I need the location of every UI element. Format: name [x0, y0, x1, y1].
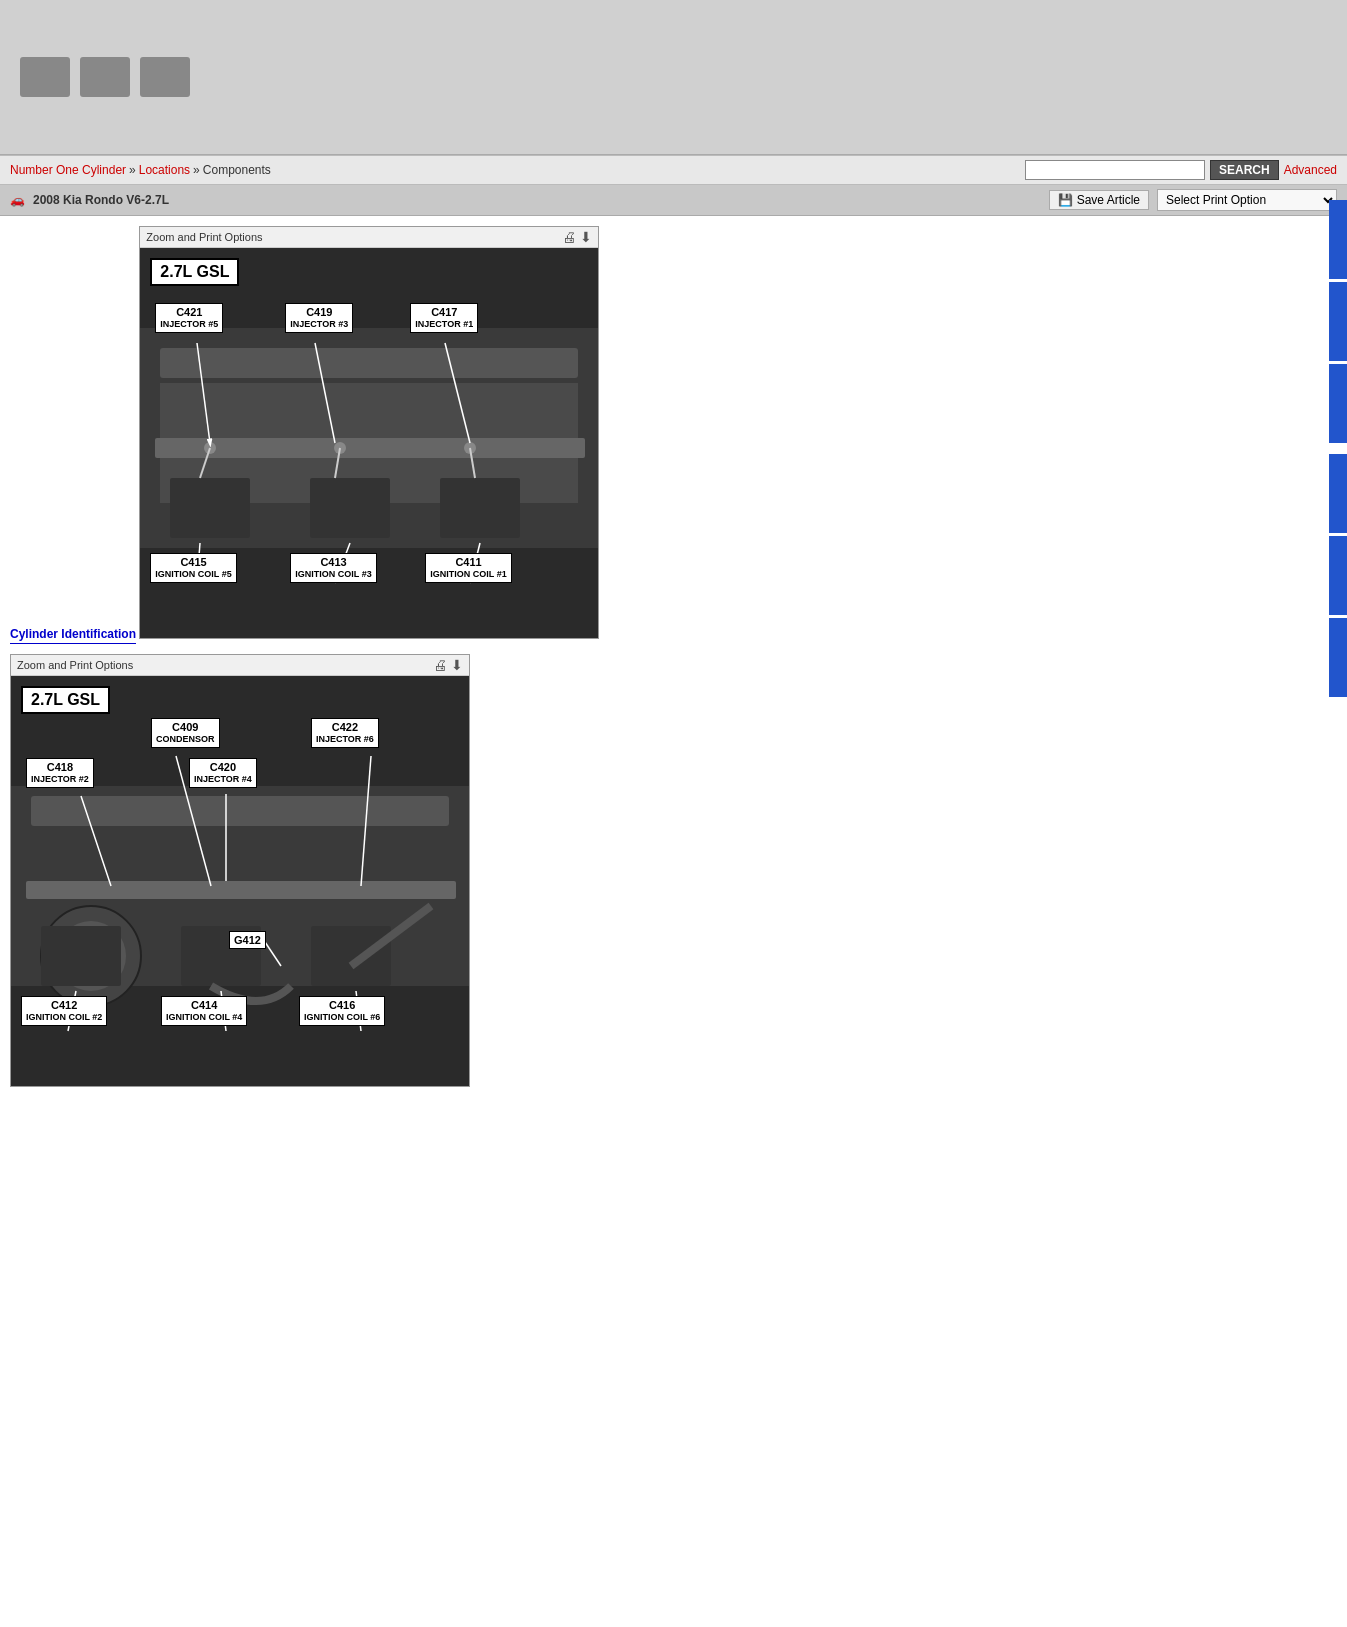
- sidebar-tab-6[interactable]: [1329, 618, 1347, 698]
- svg-rect-4: [170, 478, 250, 538]
- vehicle-icon: 🚗: [10, 193, 25, 207]
- header-banner: [0, 0, 1347, 155]
- advanced-link[interactable]: Advanced: [1284, 163, 1337, 177]
- label-c414: C414 IGNITION COIL #4: [161, 996, 247, 1026]
- section-title: Cylinder Identification: [10, 627, 136, 644]
- search-input[interactable]: [1025, 160, 1205, 180]
- breadcrumb-link-1[interactable]: Number One Cylinder: [10, 163, 126, 177]
- vehicle-bar: 🚗 2008 Kia Rondo V6-2.7L 💾 Save Article …: [0, 185, 1347, 216]
- print-icon-1[interactable]: 🖨: [562, 229, 576, 245]
- zoom-print-label-2: Zoom and Print Options: [17, 659, 133, 671]
- save-article-button[interactable]: 💾 Save Article: [1049, 190, 1149, 210]
- label-c413: C413 IGNITION COIL #3: [290, 553, 376, 583]
- label-c419: C419 INJECTOR #3: [285, 303, 353, 333]
- sidebar-tab-1[interactable]: [1329, 200, 1347, 280]
- sidebar-tab-5[interactable]: [1329, 536, 1347, 616]
- label-c417: C417 INJECTOR #1: [410, 303, 478, 333]
- diagram-1-header: Zoom and Print Options 🖨 ⬇: [140, 227, 598, 248]
- label-c422: C422 INJECTOR #6: [311, 718, 379, 748]
- print-icon-2[interactable]: 🖨: [433, 657, 447, 673]
- save-article-label: Save Article: [1077, 193, 1140, 207]
- label-c411: C411 IGNITION COIL #1: [425, 553, 511, 583]
- svg-rect-6: [440, 478, 520, 538]
- diagram-1-image: 2.7L GSL C421 INJECTOR #5 C419 INJECTOR …: [140, 248, 598, 638]
- search-button[interactable]: SEARCH: [1210, 160, 1279, 180]
- breadcrumb-search-area: SEARCH Advanced: [1025, 160, 1337, 180]
- right-sidebar: [1329, 200, 1347, 698]
- vehicle-info: 🚗 2008 Kia Rondo V6-2.7L: [10, 193, 169, 207]
- svg-rect-23: [31, 796, 449, 826]
- label-c416: C416 IGNITION COIL #6: [299, 996, 385, 1026]
- save-icon: 💾: [1058, 193, 1073, 207]
- svg-rect-5: [310, 478, 390, 538]
- label-g412: G412: [229, 931, 266, 949]
- breadcrumb-link-2[interactable]: Locations: [139, 163, 190, 177]
- breadcrumb-current: Components: [203, 163, 271, 177]
- label-c420: C420 INJECTOR #4: [189, 758, 257, 788]
- svg-rect-7: [155, 438, 585, 458]
- diagram-1: Zoom and Print Options 🖨 ⬇: [139, 226, 599, 639]
- sidebar-tab-3[interactable]: [1329, 364, 1347, 444]
- sidebar-divider: [1329, 446, 1347, 452]
- model-label-2: 2.7L GSL: [21, 686, 110, 714]
- diagram-2-icons: 🖨 ⬇: [433, 657, 463, 673]
- svg-rect-2: [160, 348, 578, 378]
- zoom-icon-1[interactable]: ⬇: [580, 229, 592, 245]
- diagram-1-icons: 🖨 ⬇: [562, 229, 592, 245]
- diagram-2: Zoom and Print Options 🖨 ⬇: [10, 654, 470, 1087]
- print-option-select[interactable]: Select Print Option Print This Article P…: [1157, 189, 1337, 211]
- zoom-print-label-1: Zoom and Print Options: [146, 231, 262, 243]
- sidebar-tab-2[interactable]: [1329, 282, 1347, 362]
- label-c418: C418 INJECTOR #2: [26, 758, 94, 788]
- svg-rect-29: [311, 926, 391, 986]
- diagram-2-header: Zoom and Print Options 🖨 ⬇: [11, 655, 469, 676]
- sidebar-tab-4[interactable]: [1329, 454, 1347, 534]
- svg-rect-26: [26, 881, 456, 899]
- vehicle-label: 2008 Kia Rondo V6-2.7L: [33, 193, 169, 207]
- label-c409: C409 CONDENSOR: [151, 718, 220, 748]
- zoom-icon-2[interactable]: ⬇: [451, 657, 463, 673]
- label-c412: C412 IGNITION COIL #2: [21, 996, 107, 1026]
- model-label-1: 2.7L GSL: [150, 258, 239, 286]
- vehicle-actions: 💾 Save Article Select Print Option Print…: [1049, 189, 1337, 211]
- svg-rect-27: [41, 926, 121, 986]
- breadcrumb: Number One Cylinder » Locations » Compon…: [10, 163, 271, 177]
- main-content: Cylinder Identification Zoom and Print O…: [0, 216, 1347, 1122]
- label-c421: C421 INJECTOR #5: [155, 303, 223, 333]
- breadcrumb-bar: Number One Cylinder » Locations » Compon…: [0, 155, 1347, 185]
- diagram-2-image: 2.7L GSL C409 CONDENSOR C422 INJECTOR #6…: [11, 676, 469, 1086]
- label-c415: C415 IGNITION COIL #5: [150, 553, 236, 583]
